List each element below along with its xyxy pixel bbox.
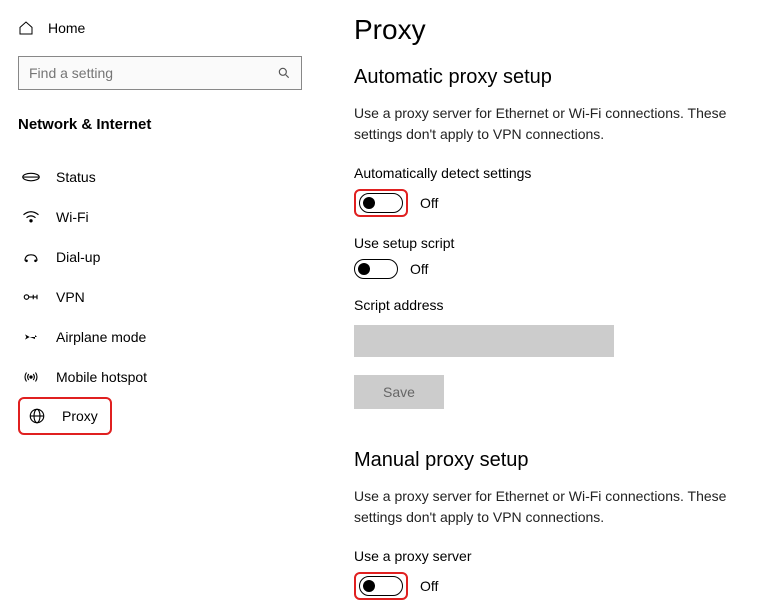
- sidebar-item-airplane[interactable]: Airplane mode: [18, 317, 302, 357]
- hotspot-icon: [22, 369, 40, 385]
- dialup-icon: [22, 250, 40, 264]
- auto-detect-state: Off: [420, 195, 438, 211]
- search-input-container[interactable]: [18, 56, 302, 90]
- sidebar-item-label: VPN: [56, 289, 85, 305]
- sidebar-item-proxy-wrapper: Proxy: [18, 397, 302, 435]
- settings-sidebar: Home Network & Internet Status Wi-Fi: [0, 0, 320, 600]
- setup-script-toggle[interactable]: [354, 259, 398, 279]
- sidebar-item-label: Proxy: [62, 408, 98, 424]
- vpn-icon: [22, 290, 40, 304]
- auto-proxy-heading: Automatic proxy setup: [354, 66, 764, 89]
- sidebar-item-dialup[interactable]: Dial-up: [18, 237, 302, 277]
- highlight-use-proxy: [354, 572, 408, 600]
- auto-detect-label: Automatically detect settings: [354, 165, 764, 181]
- sidebar-item-label: Dial-up: [56, 249, 100, 265]
- nav-list: Status Wi-Fi Dial-up VPN: [18, 157, 302, 435]
- globe-icon: [28, 407, 46, 425]
- main-content: Proxy Automatic proxy setup Use a proxy …: [320, 0, 784, 600]
- sidebar-item-vpn[interactable]: VPN: [18, 277, 302, 317]
- sidebar-item-hotspot[interactable]: Mobile hotspot: [18, 357, 302, 397]
- sidebar-item-status[interactable]: Status: [18, 157, 302, 197]
- sidebar-item-proxy[interactable]: Proxy: [24, 399, 102, 433]
- auto-detect-toggle[interactable]: [359, 193, 403, 213]
- use-proxy-label: Use a proxy server: [354, 548, 764, 564]
- use-proxy-state: Off: [420, 578, 438, 594]
- category-title: Network & Internet: [18, 116, 302, 133]
- search-input[interactable]: [29, 65, 277, 81]
- status-icon: [22, 170, 40, 184]
- manual-proxy-desc: Use a proxy server for Ethernet or Wi-Fi…: [354, 486, 764, 528]
- script-address-label: Script address: [354, 297, 764, 313]
- highlight-auto-detect: [354, 189, 408, 217]
- airplane-icon: [22, 329, 40, 345]
- sidebar-item-label: Status: [56, 169, 96, 185]
- sidebar-item-label: Airplane mode: [56, 329, 146, 345]
- wifi-icon: [22, 210, 40, 224]
- home-icon: [18, 20, 34, 36]
- script-address-input[interactable]: [354, 325, 614, 357]
- auto-proxy-desc: Use a proxy server for Ethernet or Wi-Fi…: [354, 103, 764, 145]
- manual-proxy-heading: Manual proxy setup: [354, 449, 764, 472]
- setup-script-label: Use setup script: [354, 235, 764, 251]
- home-label: Home: [48, 20, 85, 36]
- page-title: Proxy: [354, 14, 764, 46]
- setup-script-state: Off: [410, 261, 428, 277]
- home-link[interactable]: Home: [18, 18, 302, 38]
- sidebar-item-wifi[interactable]: Wi-Fi: [18, 197, 302, 237]
- sidebar-item-label: Wi-Fi: [56, 209, 89, 225]
- use-proxy-toggle[interactable]: [359, 576, 403, 596]
- save-button[interactable]: Save: [354, 375, 444, 409]
- sidebar-item-label: Mobile hotspot: [56, 369, 147, 385]
- search-icon: [277, 66, 291, 80]
